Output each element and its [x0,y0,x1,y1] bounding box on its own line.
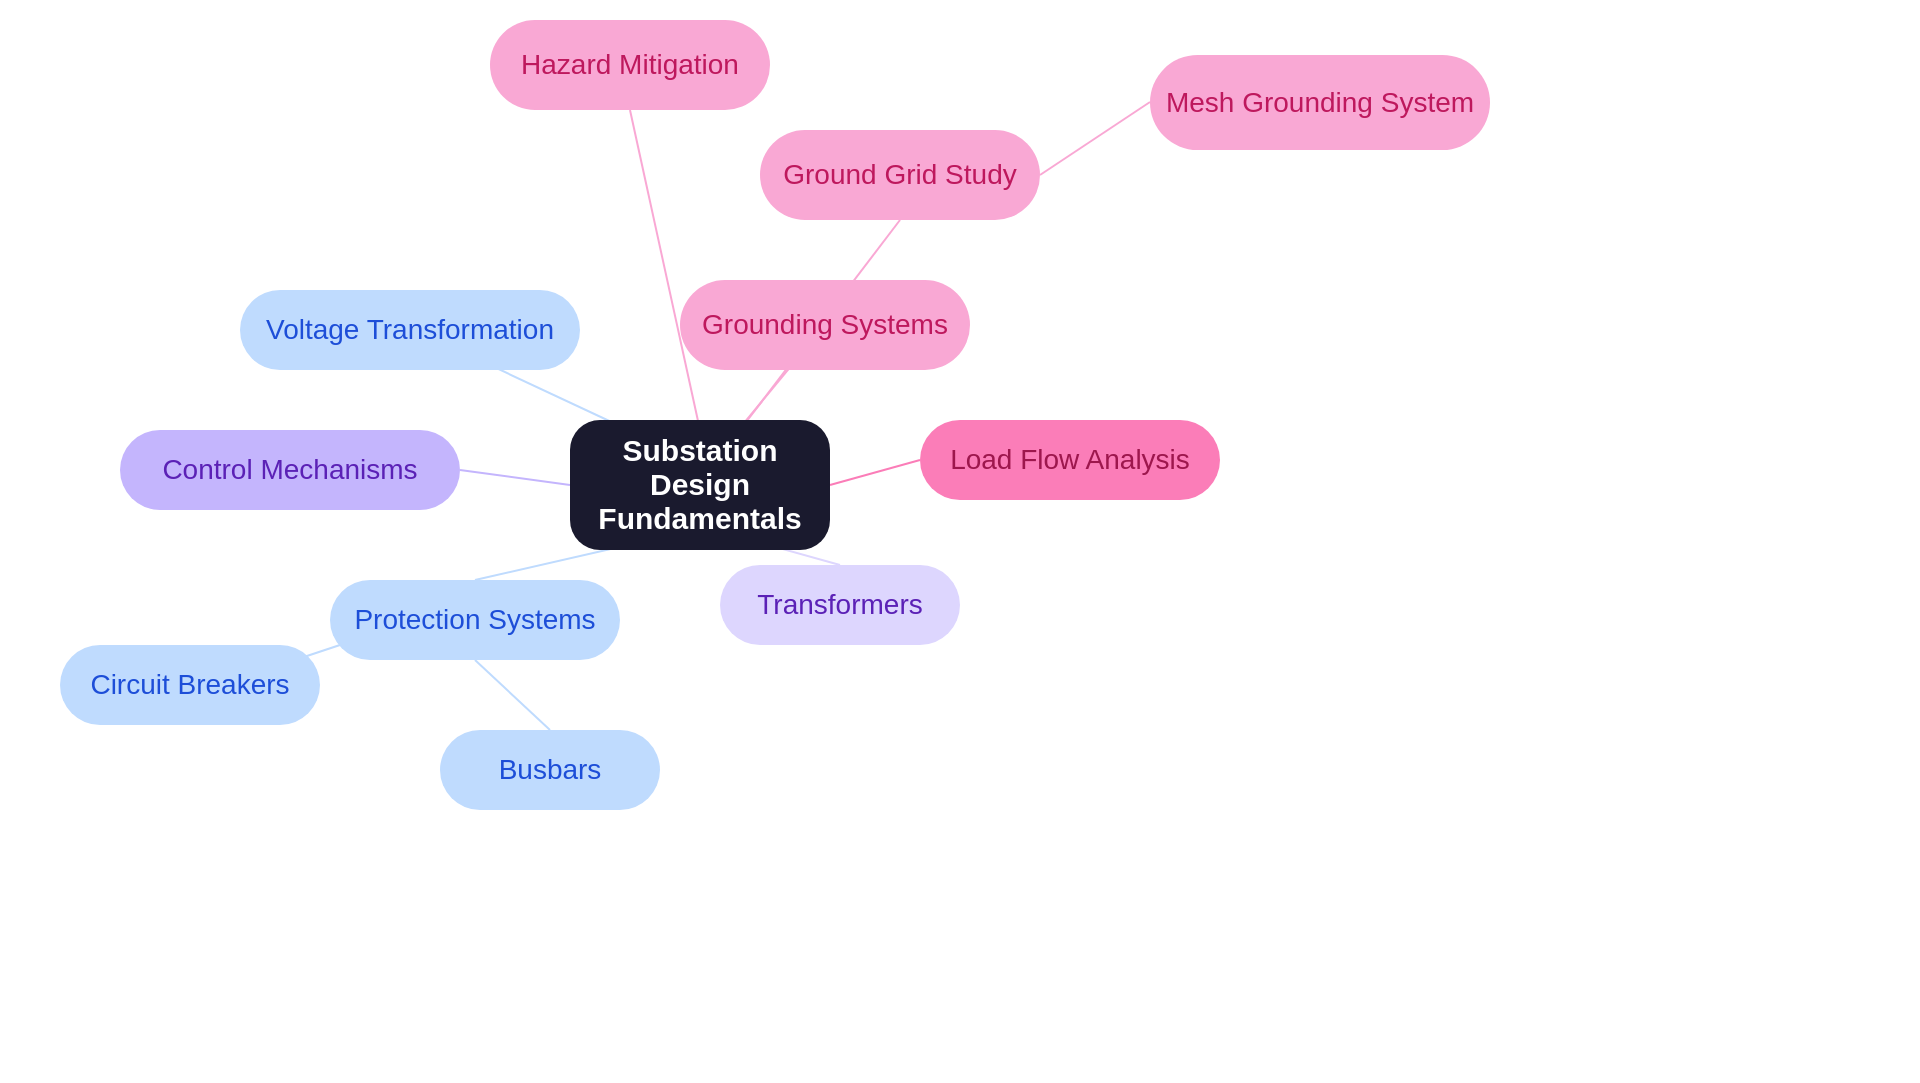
busbars-node[interactable]: Busbars [440,730,660,810]
control-mechanisms-node[interactable]: Control Mechanisms [120,430,460,510]
center-label: Substation Design Fundamentals [570,434,830,536]
protection-systems-node[interactable]: Protection Systems [330,580,620,660]
transformers-node[interactable]: Transformers [720,565,960,645]
load-flow-analysis-label: Load Flow Analysis [950,444,1190,476]
ground-grid-study-label: Ground Grid Study [783,159,1016,191]
svg-line-2 [1040,102,1150,175]
voltage-transformation-node[interactable]: Voltage Transformation [240,290,580,370]
mesh-grounding-node[interactable]: Mesh Grounding System [1150,55,1490,150]
ground-grid-study-node[interactable]: Ground Grid Study [760,130,1040,220]
hazard-mitigation-node[interactable]: Hazard Mitigation [490,20,770,110]
grounding-systems-node[interactable]: Grounding Systems [680,280,970,370]
svg-line-0 [630,110,700,430]
voltage-transformation-label: Voltage Transformation [266,314,554,346]
control-mechanisms-label: Control Mechanisms [162,454,417,486]
circuit-breakers-node[interactable]: Circuit Breakers [60,645,320,725]
svg-line-5 [460,470,570,485]
load-flow-analysis-node[interactable]: Load Flow Analysis [920,420,1220,500]
hazard-mitigation-label: Hazard Mitigation [521,49,739,81]
circuit-breakers-label: Circuit Breakers [90,669,289,701]
transformers-label: Transformers [757,589,922,621]
protection-systems-label: Protection Systems [354,604,595,636]
center-node[interactable]: Substation Design Fundamentals [570,420,830,550]
busbars-label: Busbars [499,754,602,786]
svg-line-10 [475,660,550,730]
svg-line-6 [830,460,920,485]
mesh-grounding-label: Mesh Grounding System [1166,87,1474,119]
grounding-systems-label: Grounding Systems [702,309,948,341]
